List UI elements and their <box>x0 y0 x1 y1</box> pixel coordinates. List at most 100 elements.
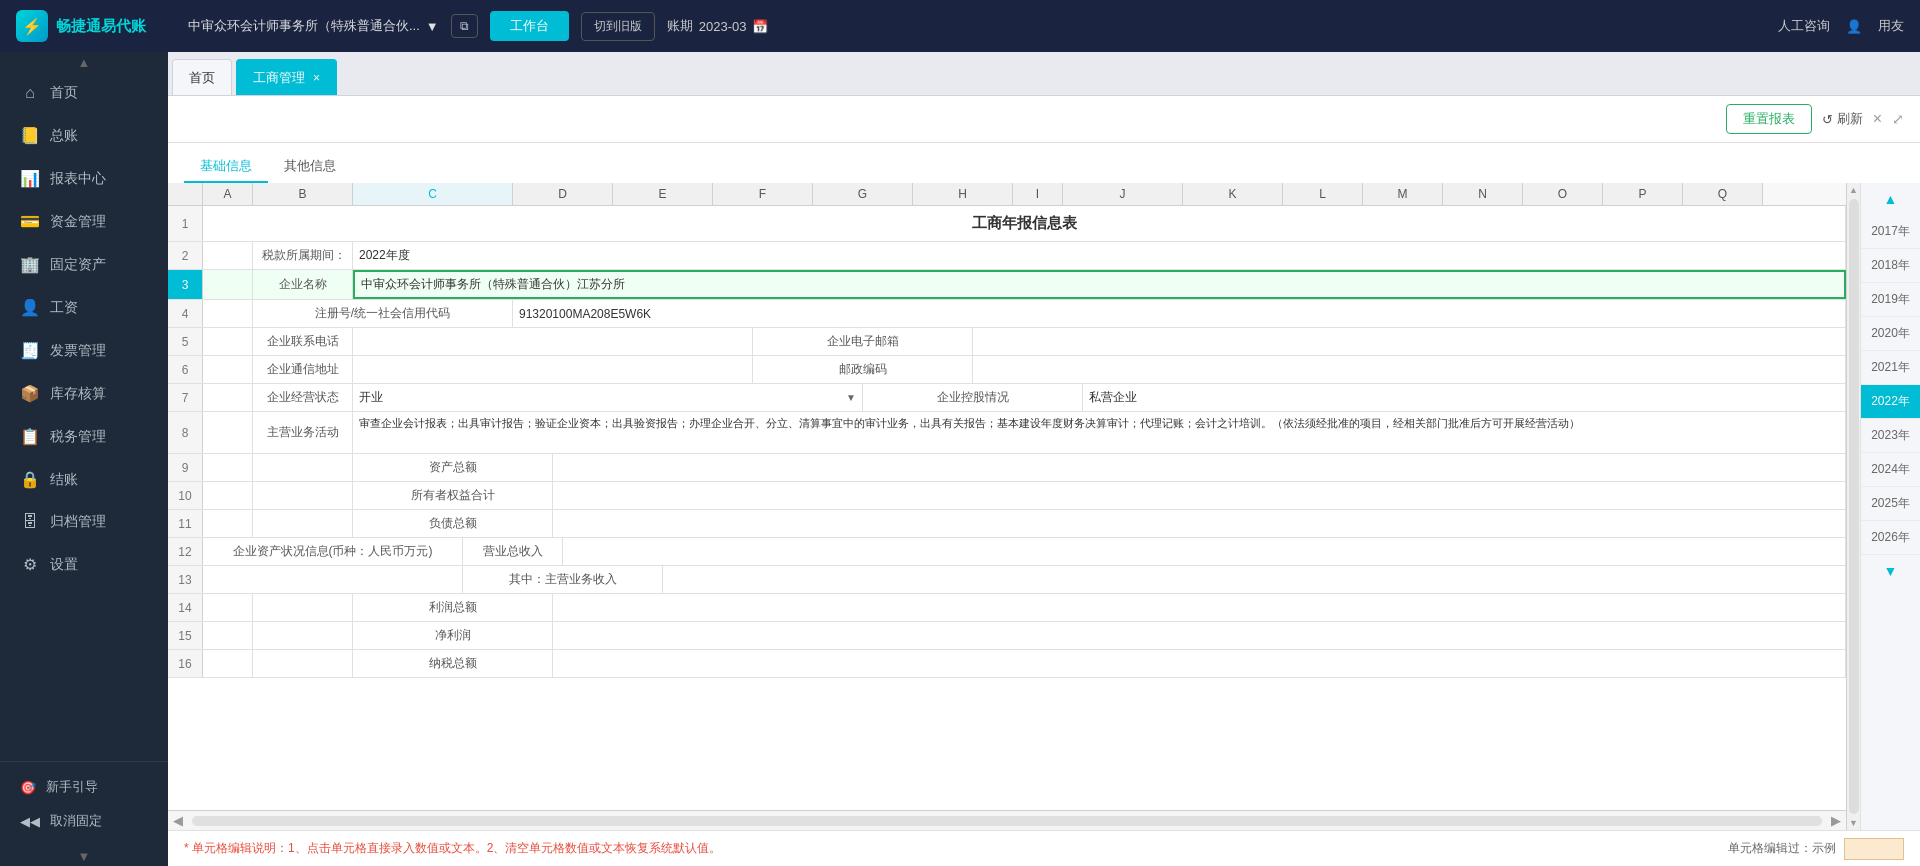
cell-7-status[interactable]: 开业 ▼ <box>353 384 863 411</box>
sidebar-item-archive[interactable]: 🗄 归档管理 <box>0 501 168 543</box>
switch-version-button[interactable]: 切到旧版 <box>581 12 655 41</box>
year-item-2022[interactable]: 2022年 <box>1861 385 1920 419</box>
year-item-2026[interactable]: 2026年 <box>1861 521 1920 555</box>
tab-industry-mgmt[interactable]: 工商管理 × <box>236 59 337 95</box>
vertical-scrollbar[interactable]: ▲ ▼ <box>1846 183 1860 830</box>
cell-15-value[interactable] <box>553 622 1846 649</box>
cell-7-a <box>203 384 253 411</box>
example-cell <box>1844 838 1904 860</box>
row-num-13: 13 <box>168 566 203 593</box>
row-num-6: 6 <box>168 356 203 383</box>
sidebar-scroll-down[interactable]: ▼ <box>0 846 168 866</box>
sidebar-item-home[interactable]: ⌂ 首页 <box>0 72 168 114</box>
copy-button[interactable]: ⧉ <box>451 14 478 38</box>
company-selector[interactable]: 中审众环会计师事务所（特殊普通合伙... ▼ <box>188 17 439 35</box>
tab-home[interactable]: 首页 <box>172 59 232 95</box>
sub-tab-other[interactable]: 其他信息 <box>268 151 352 183</box>
sidebar-item-unpin[interactable]: ◀◀ 取消固定 <box>0 804 168 838</box>
cell-13-value[interactable] <box>663 566 1846 593</box>
cell-6-a <box>203 356 253 383</box>
year-item-2024[interactable]: 2024年 <box>1861 453 1920 487</box>
sidebar-item-reports[interactable]: 📊 报表中心 <box>0 157 168 200</box>
cell-2-c[interactable]: 2022年度 <box>353 242 1846 269</box>
col-header-c: C <box>353 183 513 205</box>
logo-icon: ⚡ <box>16 10 48 42</box>
sidebar-label-settings: 设置 <box>50 556 78 574</box>
cell-5-rest[interactable] <box>973 328 1846 355</box>
sidebar-item-invoices[interactable]: 🧾 发票管理 <box>0 329 168 372</box>
reset-report-button[interactable]: 重置报表 <box>1726 104 1812 134</box>
scroll-up-arrow[interactable]: ▲ <box>1847 183 1860 197</box>
cell-3-c[interactable]: 中审众环会计师事务所（特殊普通合伙）江苏分所 <box>353 270 1846 299</box>
cell-7-holding-value[interactable]: 私营企业 <box>1083 384 1846 411</box>
logo-area: ⚡ 畅捷通易代账 <box>16 10 176 42</box>
year-item-2023[interactable]: 2023年 <box>1861 419 1920 453</box>
sidebar-item-funds[interactable]: 💳 资金管理 <box>0 200 168 243</box>
cell-12-value[interactable] <box>563 538 1846 565</box>
year-item-2018[interactable]: 2018年 <box>1861 249 1920 283</box>
row-num-4: 4 <box>168 300 203 327</box>
year-panel-down-arrow[interactable]: ▼ <box>1884 555 1898 587</box>
cell-15-a <box>203 622 253 649</box>
year-item-2021[interactable]: 2021年 <box>1861 351 1920 385</box>
user-label[interactable]: 用友 <box>1878 17 1904 35</box>
cell-16-value[interactable] <box>553 650 1846 677</box>
ai-consult-link[interactable]: 人工咨询 <box>1778 17 1830 35</box>
cell-13-label: 其中：主营业务收入 <box>463 566 663 593</box>
year-item-2017[interactable]: 2017年 <box>1861 215 1920 249</box>
year-item-2025[interactable]: 2025年 <box>1861 487 1920 521</box>
sidebar-label-reports: 报表中心 <box>50 170 106 188</box>
spreadsheet-body[interactable]: 1 工商年报信息表 2 税款所属期间： 2022年度 3 <box>168 206 1846 810</box>
cell-14-label: 利润总额 <box>353 594 553 621</box>
tab-home-label: 首页 <box>189 69 215 87</box>
cell-9-value[interactable] <box>553 454 1846 481</box>
wages-icon: 👤 <box>20 298 40 317</box>
scroll-down-arrow[interactable]: ▼ <box>1847 816 1860 830</box>
sidebar-item-inventory[interactable]: 📦 库存核算 <box>0 372 168 415</box>
year-item-2020[interactable]: 2020年 <box>1861 317 1920 351</box>
horizontal-scrollbar[interactable]: ◀ ▶ <box>168 810 1846 830</box>
sub-tab-basic[interactable]: 基础信息 <box>184 151 268 183</box>
cell-14-a <box>203 594 253 621</box>
v-scroll-track[interactable] <box>1849 199 1859 814</box>
window-expand-icon[interactable]: ⤢ <box>1892 111 1904 127</box>
workspace-button[interactable]: 工作台 <box>490 11 569 41</box>
scroll-right-arrow[interactable]: ▶ <box>1826 813 1846 828</box>
status-dropdown-icon[interactable]: ▼ <box>846 392 856 403</box>
cell-8-content[interactable]: 审查企业会计报表；出具审计报告；验证企业资本；出具验资报告；办理企业合开、分立、… <box>353 412 1846 453</box>
cell-6-b: 企业通信地址 <box>253 356 353 383</box>
cell-6-label: 邮政编码 <box>753 356 973 383</box>
sidebar-item-ledger[interactable]: 📒 总账 <box>0 114 168 157</box>
sidebar-label-ledger: 总账 <box>50 127 78 145</box>
year-panel: ▲ 2017年 2018年 2019年 2020年 2021年 2022年 20… <box>1860 183 1920 830</box>
cell-14-value[interactable] <box>553 594 1846 621</box>
col-header-q: Q <box>1683 183 1763 205</box>
sidebar-item-close[interactable]: 🔒 结账 <box>0 458 168 501</box>
sidebar-scroll-up[interactable]: ▲ <box>0 52 168 72</box>
table-row: 5 企业联系电话 企业电子邮箱 <box>168 328 1846 356</box>
tab-close-icon[interactable]: × <box>313 71 320 85</box>
year-item-2019[interactable]: 2019年 <box>1861 283 1920 317</box>
cell-10-b <box>253 482 353 509</box>
cell-10-value[interactable] <box>553 482 1846 509</box>
calendar-icon[interactable]: 📅 <box>752 19 768 34</box>
cell-6-rest[interactable] <box>973 356 1846 383</box>
cell-5-mid[interactable] <box>353 328 753 355</box>
col-header-a: A <box>203 183 253 205</box>
window-close-icon[interactable]: × <box>1873 110 1882 128</box>
refresh-button[interactable]: ↺ 刷新 <box>1822 110 1863 128</box>
year-panel-up-arrow[interactable]: ▲ <box>1884 183 1898 215</box>
sidebar-item-wages[interactable]: 👤 工资 <box>0 286 168 329</box>
cell-4-rest[interactable]: 91320100MA208E5W6K <box>513 300 1846 327</box>
sidebar-item-settings[interactable]: ⚙ 设置 <box>0 543 168 586</box>
h-scroll-track[interactable] <box>192 816 1822 826</box>
corner-cell <box>168 183 203 205</box>
inventory-icon: 📦 <box>20 384 40 403</box>
cell-6-mid[interactable] <box>353 356 753 383</box>
cell-1-title[interactable]: 工商年报信息表 <box>203 206 1846 241</box>
scroll-left-arrow[interactable]: ◀ <box>168 813 188 828</box>
cell-11-value[interactable] <box>553 510 1846 537</box>
sidebar-item-assets[interactable]: 🏢 固定资产 <box>0 243 168 286</box>
sidebar-item-newbie[interactable]: 🎯 新手引导 <box>0 770 168 804</box>
sidebar-item-tax[interactable]: 📋 税务管理 <box>0 415 168 458</box>
